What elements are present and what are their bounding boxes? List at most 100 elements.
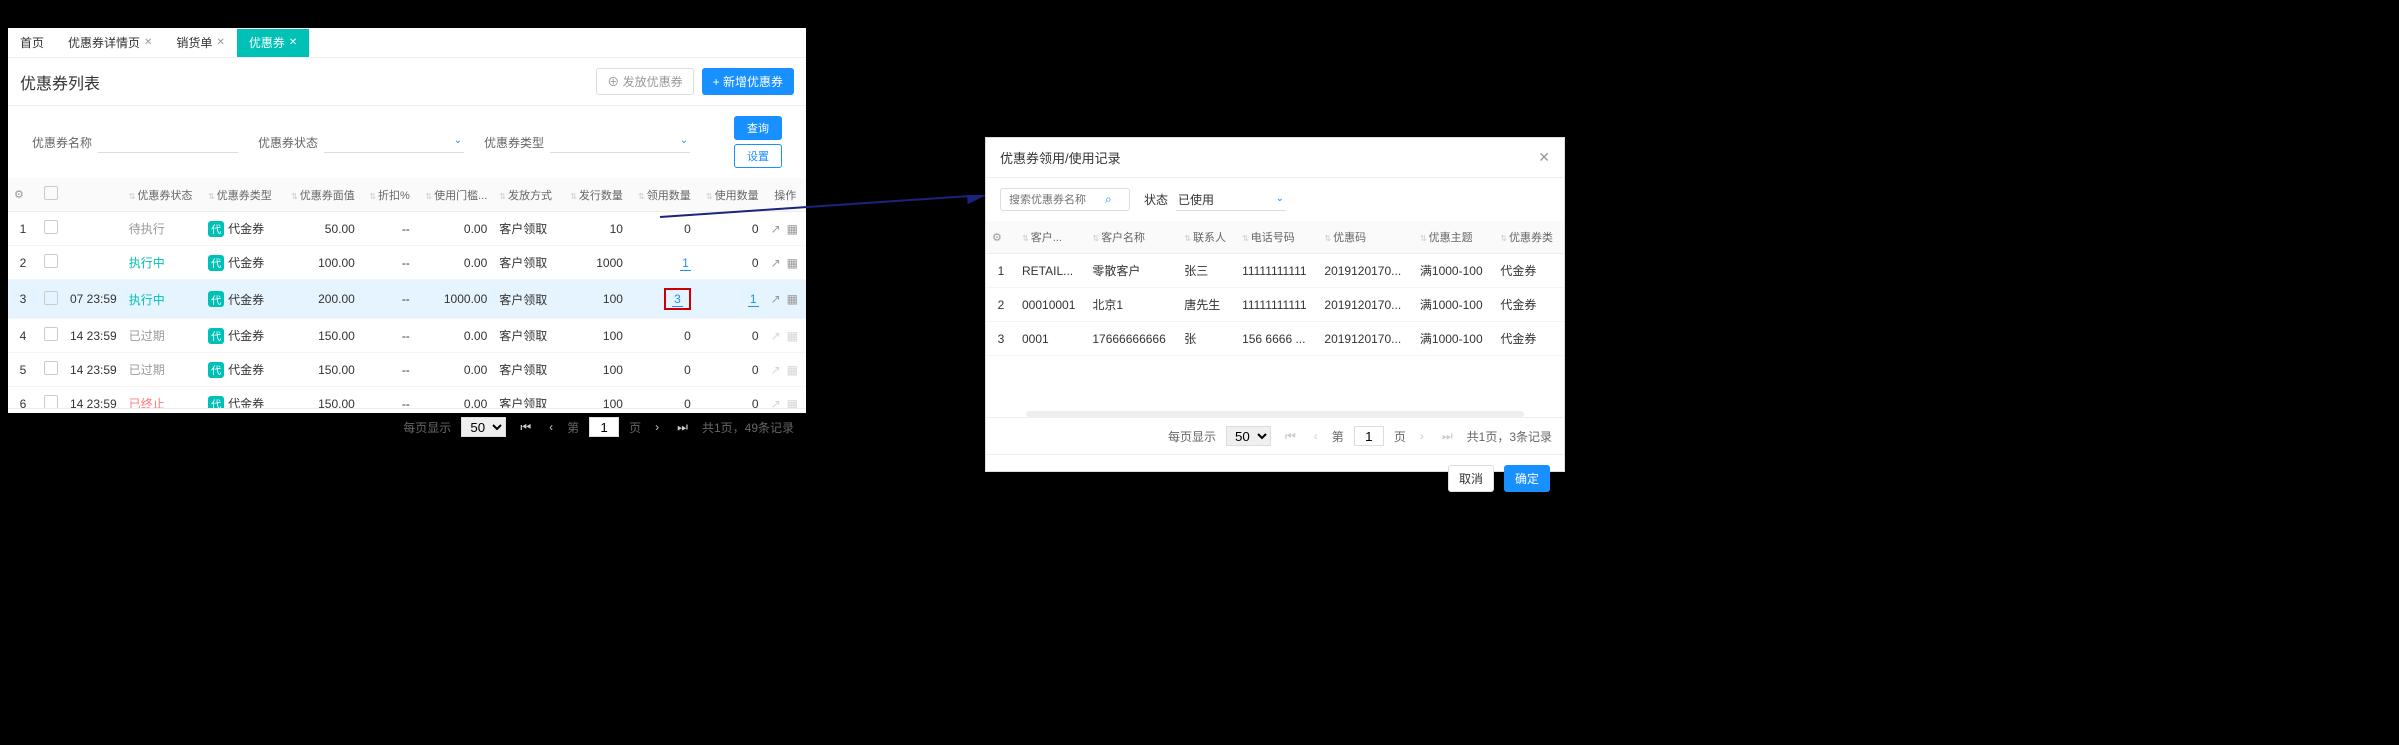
table-row[interactable]: 414 23:59已过期代代金券150.00--0.00客户领取10000↗▦	[8, 319, 806, 353]
gear-icon[interactable]: ⚙	[14, 189, 24, 201]
row-checkbox[interactable]	[44, 291, 58, 305]
row-checkbox[interactable]	[44, 220, 58, 234]
row-checkbox[interactable]	[44, 395, 58, 408]
modal-page-input[interactable]	[1354, 426, 1384, 446]
status-badge: 已终止	[129, 395, 165, 408]
qr-icon[interactable]: ▦	[787, 222, 798, 236]
receive-count-link[interactable]: 3	[672, 292, 683, 307]
qr-icon[interactable]: ▦	[787, 329, 798, 343]
next-page-icon[interactable]: ›	[651, 420, 663, 434]
qr-icon[interactable]: ▦	[787, 397, 798, 409]
close-icon[interactable]: ✕	[289, 37, 297, 48]
search-input[interactable]	[1009, 194, 1099, 206]
status-badge: 待执行	[129, 220, 165, 237]
share-icon[interactable]: ↗	[771, 397, 781, 409]
modal-pagination-summary: 共1页，3条记录	[1467, 428, 1552, 445]
first-page-icon[interactable]: ⏮	[516, 420, 535, 435]
chevron-down-icon: ⌄	[680, 135, 688, 146]
modal-per-page-select[interactable]: 50	[1226, 426, 1271, 446]
coupon-type-icon: 代	[208, 362, 224, 378]
row-checkbox[interactable]	[44, 361, 58, 375]
pagination: 每页显示 50 ⏮ ‹ 第 页 › ⏭ 共1页，49条记录	[8, 408, 806, 445]
prev-page-icon[interactable]: ‹	[545, 420, 557, 434]
table-row[interactable]: 307 23:59执行中代代金券200.00--1000.00客户领取10031…	[8, 280, 806, 319]
tab-label: 首页	[20, 34, 44, 51]
last-page-icon[interactable]: ⏭	[1438, 429, 1457, 444]
share-icon[interactable]: ↗	[771, 222, 781, 236]
tab-bar: 首页优惠券详情页✕ 销货单 ✕ 优惠券 ✕	[8, 28, 806, 58]
usage-record-modal: 优惠券领用/使用记录 ✕ ⌕ 状态 已使用 ⌄ ⚙ ⇅客户... ⇅客户名称 ⇅…	[985, 137, 1565, 472]
close-icon[interactable]: ✕	[1538, 149, 1550, 166]
use-count-link[interactable]: 1	[748, 292, 759, 307]
tab-0[interactable]: 首页	[8, 29, 56, 57]
table-row[interactable]: 200010001北京1唐先生111111111112019120170...满…	[986, 288, 1564, 322]
settings-button[interactable]: 设置	[734, 144, 782, 168]
modal-pagination: 每页显示 50 ⏮ ‹ 第 页 › ⏭ 共1页，3条记录	[986, 417, 1564, 454]
per-page-select[interactable]: 50	[461, 417, 506, 437]
qr-icon[interactable]: ▦	[787, 363, 798, 377]
filter-status-select[interactable]: ⌄	[324, 131, 464, 153]
status-badge: 执行中	[129, 291, 165, 308]
coupon-type-icon: 代	[208, 255, 224, 271]
close-icon[interactable]: ✕	[216, 37, 224, 48]
status-badge: 执行中	[129, 254, 165, 271]
main-panel: 首页优惠券详情页✕销货单✕优惠券✕ 优惠券列表 ⊕ 发放优惠券 + 新增优惠券 …	[8, 28, 806, 413]
table-row[interactable]: 514 23:59已过期代代金券150.00--0.00客户领取10000↗▦	[8, 353, 806, 387]
cancel-button[interactable]: 取消	[1448, 465, 1494, 492]
filter-name-input[interactable]	[98, 131, 238, 153]
coupon-table: ⚙ ⇅优惠券状态 ⇅优惠券类型 ⇅优惠券面值 ⇅折扣% ⇅使用门槛... ⇅发放…	[8, 178, 806, 408]
table-row[interactable]: 2执行中代代金券100.00--0.00客户领取100010↗▦	[8, 246, 806, 280]
confirm-button[interactable]: 确定	[1504, 465, 1550, 492]
pagination-summary: 共1页，49条记录	[702, 419, 794, 436]
qr-icon[interactable]: ▦	[787, 256, 798, 270]
filter-name-label: 优惠券名称	[32, 134, 92, 151]
qr-icon[interactable]: ▦	[787, 292, 798, 306]
row-checkbox[interactable]	[44, 327, 58, 341]
query-button[interactable]: 查询	[734, 116, 782, 140]
select-all-checkbox[interactable]	[44, 186, 58, 200]
row-checkbox[interactable]	[44, 254, 58, 268]
coupon-type-icon: 代	[208, 221, 224, 237]
coupon-type-icon: 代	[208, 328, 224, 344]
first-page-icon[interactable]: ⏮	[1281, 429, 1300, 444]
usage-table: ⚙ ⇅客户... ⇅客户名称 ⇅联系人 ⇅电话号码 ⇅优惠码 ⇅优惠主题 ⇅优惠…	[986, 221, 1564, 356]
filter-type-label: 优惠券类型	[484, 134, 544, 151]
page-title: 优惠券列表	[20, 70, 100, 94]
prev-page-icon[interactable]: ‹	[1310, 429, 1322, 443]
table-row[interactable]: 614 23:59已终止代代金券150.00--0.00客户领取10000↗▦	[8, 387, 806, 409]
modal-title: 优惠券领用/使用记录	[1000, 148, 1121, 167]
modal-status-select[interactable]: 已使用 ⌄	[1176, 189, 1286, 211]
add-coupon-button[interactable]: + 新增优惠券	[702, 68, 794, 95]
tab-1[interactable]: 优惠券详情页✕	[56, 29, 164, 57]
share-icon[interactable]: ↗	[771, 256, 781, 270]
page-input[interactable]	[589, 417, 619, 437]
table-row[interactable]: 1待执行代代金券50.00--0.00客户领取1000↗▦	[8, 212, 806, 246]
tab-2[interactable]: 销货单 ✕	[164, 29, 236, 57]
close-icon[interactable]: ✕	[144, 37, 152, 48]
filter-type-select[interactable]: ⌄	[550, 131, 690, 153]
filter-status-label: 优惠券状态	[258, 134, 318, 151]
search-icon[interactable]: ⌕	[1105, 192, 1112, 207]
search-input-wrap[interactable]: ⌕	[1000, 188, 1130, 211]
chevron-down-icon: ⌄	[1276, 193, 1284, 204]
tab-label: 销货单	[176, 34, 212, 51]
receive-count-link[interactable]: 1	[680, 256, 691, 271]
title-bar: 优惠券列表 ⊕ 发放优惠券 + 新增优惠券	[8, 58, 806, 106]
coupon-type-icon: 代	[208, 396, 224, 409]
table-row[interactable]: 3000117666666666张156 6666 ...2019120170.…	[986, 322, 1564, 356]
gear-icon[interactable]: ⚙	[992, 232, 1002, 244]
status-badge: 已过期	[129, 327, 165, 344]
chevron-down-icon: ⌄	[454, 135, 462, 146]
tab-3[interactable]: 优惠券 ✕	[237, 29, 309, 57]
last-page-icon[interactable]: ⏭	[673, 420, 692, 435]
filter-bar: 优惠券名称 优惠券状态 ⌄ 优惠券类型 ⌄ 查询 设置	[8, 106, 806, 178]
share-icon[interactable]: ↗	[771, 363, 781, 377]
share-icon[interactable]: ↗	[771, 292, 781, 306]
status-badge: 已过期	[129, 361, 165, 378]
coupon-type-icon: 代	[208, 291, 224, 307]
table-row[interactable]: 1RETAIL...零散客户张三111111111112019120170...…	[986, 254, 1564, 288]
next-page-icon[interactable]: ›	[1416, 429, 1428, 443]
share-icon[interactable]: ↗	[771, 329, 781, 343]
distribute-button[interactable]: ⊕ 发放优惠券	[596, 68, 693, 95]
tab-label: 优惠券	[249, 34, 285, 51]
